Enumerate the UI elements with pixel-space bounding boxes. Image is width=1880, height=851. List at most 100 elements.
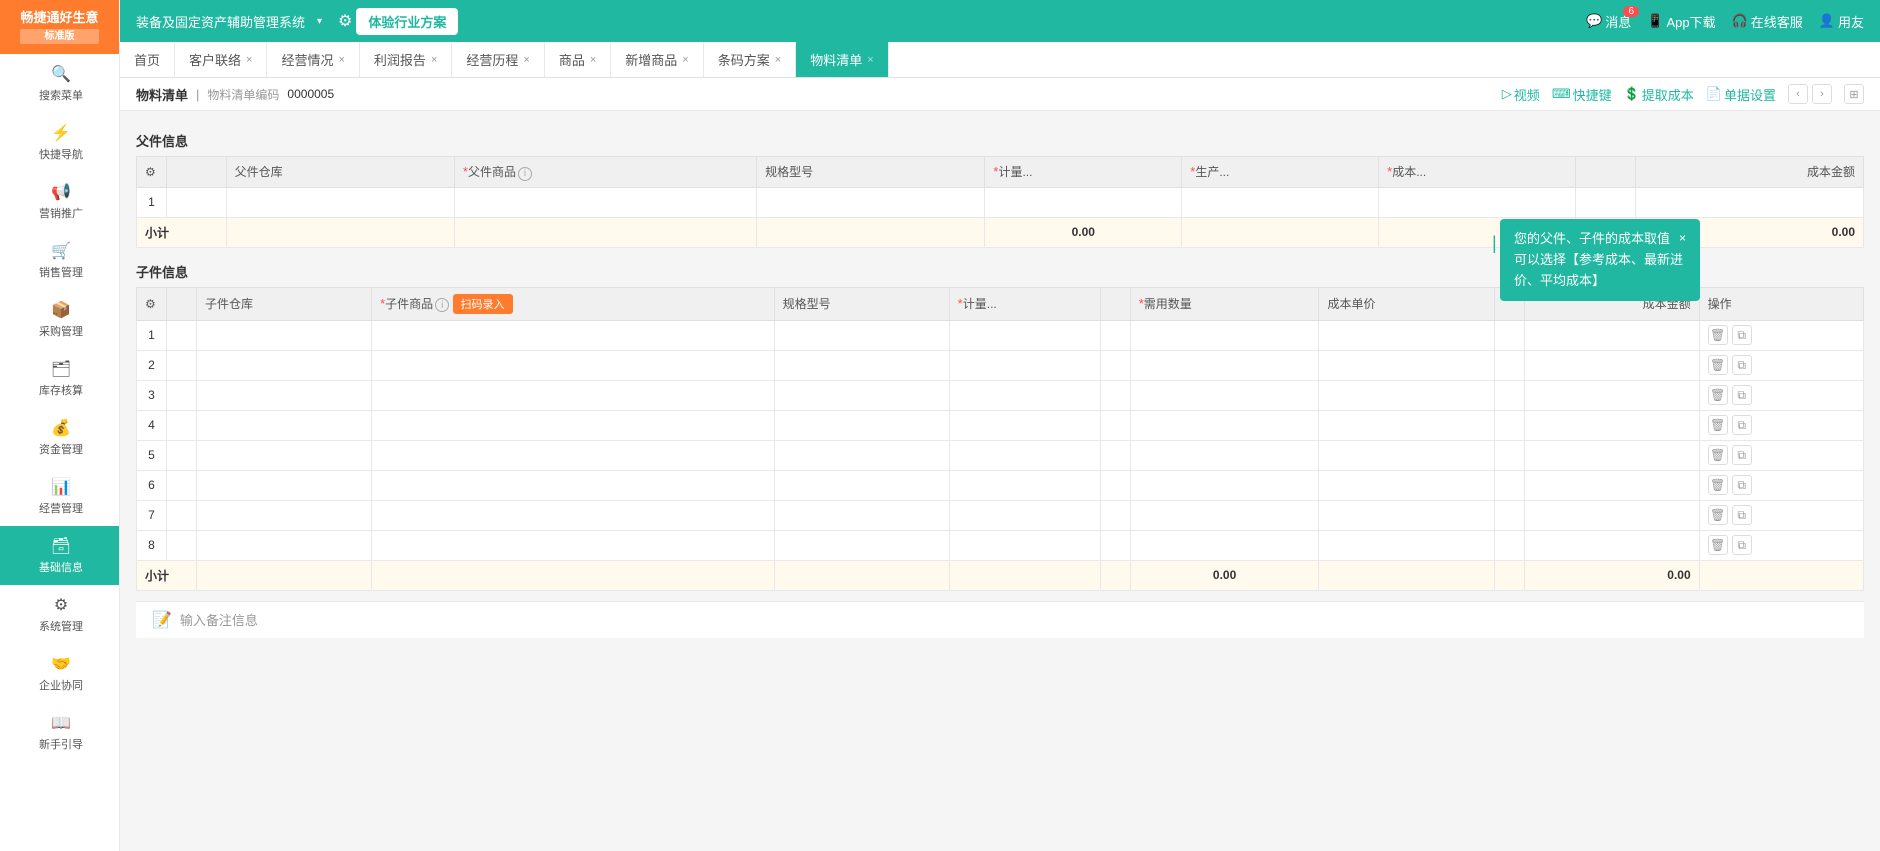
tab-close-新增商品[interactable]: ×	[682, 54, 688, 66]
copy-btn-7[interactable]: ⧉	[1732, 505, 1752, 525]
child-row-3-spec[interactable]	[774, 380, 949, 410]
copy-btn-2[interactable]: ⧉	[1732, 355, 1752, 375]
child-row-3-unit[interactable]	[949, 380, 1100, 410]
tab-首页[interactable]: 首页	[120, 42, 175, 77]
tab-close-物料清单[interactable]: ×	[867, 54, 873, 66]
copy-btn-5[interactable]: ⧉	[1732, 445, 1752, 465]
tab-新增商品[interactable]: 新增商品×	[611, 42, 703, 77]
tab-close-商品[interactable]: ×	[590, 54, 596, 66]
tab-物料清单[interactable]: 物料清单×	[796, 42, 888, 77]
delete-btn-4[interactable]: 🗑	[1708, 415, 1728, 435]
parent-row-1-product[interactable]	[454, 187, 756, 217]
child-row-5-product[interactable]	[372, 440, 774, 470]
child-row-5-spec[interactable]	[774, 440, 949, 470]
sidebar-item-资金管理[interactable]: 💰资金管理	[0, 408, 119, 467]
tab-经营情况[interactable]: 经营情况×	[267, 42, 359, 77]
copy-btn-4[interactable]: ⧉	[1732, 415, 1752, 435]
child-row-6-unit-cost[interactable]	[1319, 470, 1494, 500]
trial-button[interactable]: 体验行业方案	[356, 8, 458, 35]
delete-btn-6[interactable]: 🗑	[1708, 475, 1728, 495]
parent-row-1-production[interactable]	[1182, 187, 1379, 217]
sidebar-item-采购管理[interactable]: 📦采购管理	[0, 290, 119, 349]
child-row-7-warehouse[interactable]	[197, 500, 372, 530]
tab-条码方案[interactable]: 条码方案×	[704, 42, 796, 77]
sidebar-item-新手引导[interactable]: 📖新手引导	[0, 703, 119, 762]
child-row-6-product[interactable]	[372, 470, 774, 500]
child-row-8-warehouse[interactable]	[197, 530, 372, 560]
settings-icon[interactable]: ⚙	[338, 11, 352, 31]
message-button[interactable]: 💬 消息 6	[1586, 12, 1631, 31]
tab-close-利润报告[interactable]: ×	[431, 54, 437, 66]
sidebar-item-搜索菜单[interactable]: 🔍搜索菜单	[0, 54, 119, 113]
delete-btn-5[interactable]: 🗑	[1708, 445, 1728, 465]
copy-btn-1[interactable]: ⧉	[1732, 325, 1752, 345]
child-col-gear[interactable]: ⚙	[137, 287, 167, 320]
parent-row-1-cost[interactable]	[1379, 187, 1576, 217]
child-row-1-unit[interactable]	[949, 320, 1100, 350]
child-row-5-unit-cost[interactable]	[1319, 440, 1494, 470]
child-row-4-unit-cost[interactable]	[1319, 410, 1494, 440]
child-row-7-unit[interactable]	[949, 500, 1100, 530]
parent-row-1-spec[interactable]	[757, 187, 985, 217]
child-row-6-warehouse[interactable]	[197, 470, 372, 500]
child-row-4-product[interactable]	[372, 410, 774, 440]
sidebar-item-系统管理[interactable]: ⚙系统管理	[0, 585, 119, 644]
shortcut-action[interactable]: ⌨ 快捷键	[1552, 85, 1612, 104]
parent-row-1-col1[interactable]	[167, 187, 227, 217]
child-row-7-product[interactable]	[372, 500, 774, 530]
tab-利润报告[interactable]: 利润报告×	[360, 42, 452, 77]
child-row-2-unit-cost[interactable]	[1319, 350, 1494, 380]
child-row-8-unit[interactable]	[949, 530, 1100, 560]
app-download-button[interactable]: 📱 App下载	[1647, 12, 1715, 31]
child-row-5-warehouse[interactable]	[197, 440, 372, 470]
copy-btn-3[interactable]: ⧉	[1732, 385, 1752, 405]
settings-action[interactable]: 📄 单据设置	[1706, 85, 1776, 104]
child-row-3-unit-cost[interactable]	[1319, 380, 1494, 410]
sidebar-item-企业协同[interactable]: 🤝企业协同	[0, 644, 119, 703]
child-row-4-qty[interactable]	[1130, 410, 1319, 440]
bottom-hint-text[interactable]: 输入备注信息	[180, 610, 258, 629]
sidebar-item-营销推广[interactable]: 📢营销推广	[0, 172, 119, 231]
tab-close-经营历程[interactable]: ×	[523, 54, 529, 66]
parent-row-1-warehouse[interactable]	[226, 187, 454, 217]
delete-btn-2[interactable]: 🗑	[1708, 355, 1728, 375]
child-row-8-product[interactable]	[372, 530, 774, 560]
child-row-5-qty[interactable]	[1130, 440, 1319, 470]
child-row-2-warehouse[interactable]	[197, 350, 372, 380]
child-row-3-qty[interactable]	[1130, 380, 1319, 410]
child-row-8-unit-cost[interactable]	[1319, 530, 1494, 560]
tab-客户联络[interactable]: 客户联络×	[175, 42, 267, 77]
next-arrow[interactable]: ›	[1812, 84, 1832, 104]
scan-button[interactable]: 扫码录入	[453, 294, 513, 314]
child-row-4-spec[interactable]	[774, 410, 949, 440]
delete-btn-3[interactable]: 🗑	[1708, 385, 1728, 405]
child-row-4-unit[interactable]	[949, 410, 1100, 440]
child-row-3-warehouse[interactable]	[197, 380, 372, 410]
sidebar-item-经营管理[interactable]: 📊经营管理	[0, 467, 119, 526]
sidebar-item-销售管理[interactable]: 🛒销售管理	[0, 231, 119, 290]
delete-btn-7[interactable]: 🗑	[1708, 505, 1728, 525]
child-row-4-warehouse[interactable]	[197, 410, 372, 440]
child-row-7-spec[interactable]	[774, 500, 949, 530]
tab-close-客户联络[interactable]: ×	[246, 54, 252, 66]
child-row-1-warehouse[interactable]	[197, 320, 372, 350]
delete-btn-8[interactable]: 🗑	[1708, 535, 1728, 555]
child-row-2-unit[interactable]	[949, 350, 1100, 380]
sidebar-item-库存核算[interactable]: 🗂库存核算	[0, 349, 119, 408]
child-row-6-unit[interactable]	[949, 470, 1100, 500]
user-button[interactable]: 👤 用友	[1819, 12, 1864, 31]
child-row-6-qty[interactable]	[1130, 470, 1319, 500]
system-dropdown-arrow[interactable]: ▾	[317, 16, 322, 27]
cost-action[interactable]: 💲 提取成本	[1624, 85, 1694, 104]
copy-btn-6[interactable]: ⧉	[1732, 475, 1752, 495]
child-row-3-product[interactable]	[372, 380, 774, 410]
tab-商品[interactable]: 商品×	[545, 42, 611, 77]
tooltip-close[interactable]: ×	[1679, 229, 1686, 248]
prev-arrow[interactable]: ‹	[1788, 84, 1808, 104]
child-row-6-spec[interactable]	[774, 470, 949, 500]
tab-close-经营情况[interactable]: ×	[338, 54, 344, 66]
child-row-2-product[interactable]	[372, 350, 774, 380]
child-row-2-spec[interactable]	[774, 350, 949, 380]
child-row-7-qty[interactable]	[1130, 500, 1319, 530]
tab-经营历程[interactable]: 经营历程×	[452, 42, 544, 77]
